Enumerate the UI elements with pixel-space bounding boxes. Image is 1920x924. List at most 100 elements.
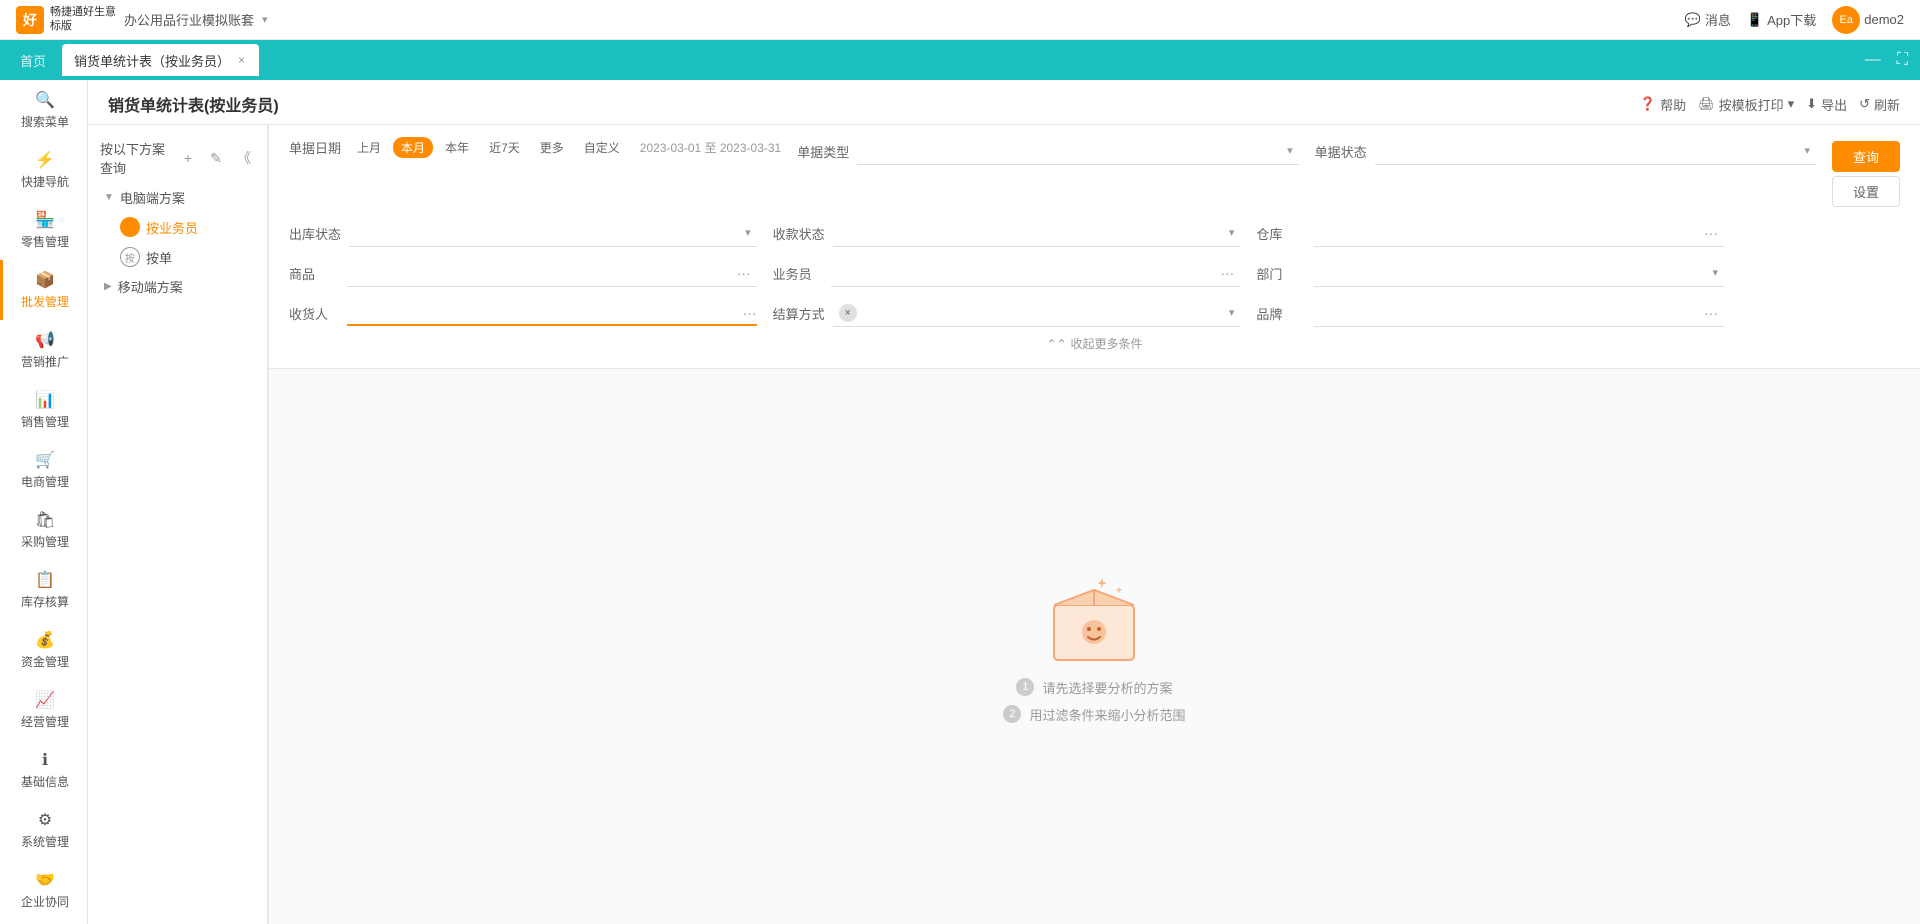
marketing-icon: 📢: [35, 330, 55, 350]
department-select[interactable]: ▾: [1314, 259, 1724, 287]
salesperson-select[interactable]: ···: [831, 259, 1241, 287]
message-icon: 💬: [1685, 12, 1701, 28]
tree-item-mobile[interactable]: ▶ 移动端方案: [88, 272, 267, 301]
top-bar-left: 好 畅捷通好生意 标版 办公用品行业模拟账套 ▾: [16, 6, 268, 34]
edit-scheme-button[interactable]: ✎: [205, 147, 227, 169]
search-icon: 🔍: [35, 90, 55, 110]
date-tab-last-month[interactable]: 上月: [349, 137, 389, 158]
brand-dots[interactable]: ···: [1704, 305, 1718, 321]
recipient-input[interactable]: [347, 301, 757, 326]
empty-step-2: 2 用过滤条件来缩小分析范围: [1003, 705, 1185, 724]
tree-child-by-order[interactable]: 按 按单: [88, 242, 267, 272]
sidebar-item-enterprise[interactable]: 🤝 企业协同: [0, 860, 87, 920]
salesperson-label: 业务员: [773, 264, 823, 283]
department-dropdown-icon: ▾: [1712, 266, 1718, 279]
tree-arrow-mobile: ▶: [104, 281, 112, 292]
avatar: Ea: [1832, 6, 1860, 34]
collapse-panel-button[interactable]: 《: [233, 147, 255, 169]
operations-icon: 📈: [35, 690, 55, 710]
top-bar-right: 💬 消息 📱 App下载 Ea demo2: [1685, 6, 1904, 34]
phone-icon: 📱: [1747, 12, 1763, 28]
enterprise-icon: 🤝: [35, 870, 55, 890]
date-tab-this-month[interactable]: 本月: [393, 137, 433, 158]
product-select[interactable]: ···: [347, 259, 757, 287]
sidebar-item-purchase[interactable]: 🛍 采购管理: [0, 500, 87, 560]
tree-child-by-salesperson[interactable]: 按 按业务员: [88, 212, 267, 242]
outbound-dropdown-icon: ▾: [745, 226, 751, 239]
sidebar-item-marketing[interactable]: 📢 营销推广: [0, 320, 87, 380]
warehouse-select[interactable]: ···: [1314, 219, 1724, 247]
query-button[interactable]: 查询: [1832, 141, 1900, 172]
step-num-1: 1: [1016, 678, 1034, 696]
tab-maximize-button[interactable]: ⛶: [1893, 47, 1912, 73]
tab-minimize-button[interactable]: —: [1861, 47, 1885, 73]
tab-close-icon[interactable]: ×: [236, 53, 247, 67]
template-print-button[interactable]: 🖨 按模板打印 ▾: [1698, 95, 1794, 114]
sidebar-item-inventory[interactable]: 📋 库存核算: [0, 560, 87, 620]
product-dots[interactable]: ···: [737, 265, 751, 281]
main-layout: 🔍 搜索菜单 ⚡ 快捷导航 🏪 零售管理 📦 批发管理 📢 营销推广 📊 销售管…: [0, 80, 1920, 924]
filter-row-4: 收货人 ··· 结算方式 × ▾: [289, 299, 1900, 327]
collapse-chevron-icon: ⌃⌃: [1046, 337, 1066, 351]
salesperson-filter: 业务员 ···: [773, 259, 1241, 287]
sidebar-item-retail[interactable]: 🏪 零售管理: [0, 200, 87, 260]
collapse-button[interactable]: ⌃⌃ 收起更多条件: [1046, 335, 1142, 352]
sidebar-item-finance[interactable]: 💰 资金管理: [0, 620, 87, 680]
recipient-dots[interactable]: ···: [743, 305, 757, 321]
settings-button[interactable]: 设置: [1832, 176, 1900, 207]
warehouse-dots[interactable]: ···: [1704, 225, 1718, 241]
sidebar-item-search[interactable]: 🔍 搜索菜单: [0, 80, 87, 140]
system-icon: ⚙: [38, 810, 52, 830]
basic-icon: ℹ: [42, 750, 48, 770]
department-label: 部门: [1256, 264, 1306, 283]
app-download-button[interactable]: 📱 App下载: [1747, 10, 1816, 29]
user-menu[interactable]: Ea demo2: [1832, 6, 1904, 34]
date-tab-7days[interactable]: 近7天: [481, 137, 528, 158]
help-icon: ❓: [1640, 96, 1656, 112]
date-tab-this-year[interactable]: 本年: [437, 137, 477, 158]
brand-select[interactable]: ···: [1314, 299, 1724, 327]
outbound-select[interactable]: ▾: [349, 219, 757, 247]
date-tabs: 上月 本月 本年 近7天 更多 自定义: [349, 137, 628, 158]
doc-status-select[interactable]: ▾: [1375, 137, 1816, 165]
tab-home[interactable]: 首页: [8, 44, 58, 76]
date-tab-more[interactable]: 更多: [532, 137, 572, 158]
sidebar-item-wholesale[interactable]: 📦 批发管理: [0, 260, 87, 320]
sidebar-item-operations[interactable]: 📈 经营管理: [0, 680, 87, 740]
inventory-icon: 📋: [35, 570, 55, 590]
collection-dropdown-icon: ▾: [1229, 226, 1235, 239]
doc-type-select[interactable]: ▾: [857, 137, 1298, 165]
ecommerce-icon: 🛒: [35, 450, 55, 470]
settlement-clear-icon[interactable]: ×: [839, 304, 857, 322]
sidebar-item-newuser[interactable]: 🎯 新手引导: [0, 920, 87, 924]
empty-step-1: 1 请先选择要分析的方案: [1016, 678, 1172, 697]
sidebar-item-ecommerce[interactable]: 🛒 电商管理: [0, 440, 87, 500]
title-dropdown-icon[interactable]: ▾: [262, 13, 268, 26]
sidebar-item-quick-nav[interactable]: ⚡ 快捷导航: [0, 140, 87, 200]
tree-item-desktop[interactable]: ▼ 电脑端方案: [88, 183, 267, 212]
page-title: 销货单统计表(按业务员): [108, 92, 279, 116]
sidebar-item-system[interactable]: ⚙ 系统管理: [0, 800, 87, 860]
refresh-button[interactable]: ↺ 刷新: [1859, 95, 1900, 114]
help-button[interactable]: ❓ 帮助: [1640, 95, 1686, 114]
brand-label: 品牌: [1256, 304, 1306, 323]
tab-actions: — ⛶: [1861, 47, 1912, 73]
doc-type-label: 单据类型: [797, 142, 849, 161]
sidebar-item-basic[interactable]: ℹ 基础信息: [0, 740, 87, 800]
collection-select[interactable]: ▾: [833, 219, 1241, 247]
message-button[interactable]: 💬 消息: [1685, 10, 1731, 29]
collapse-row: ⌃⌃ 收起更多条件: [289, 331, 1900, 356]
sidebar-item-sales[interactable]: 📊 销售管理: [0, 380, 87, 440]
tab-active[interactable]: 销货单统计表（按业务员） ×: [62, 44, 259, 76]
date-tab-custom[interactable]: 自定义: [576, 137, 628, 158]
settlement-select[interactable]: × ▾: [833, 299, 1241, 327]
export-icon: ⬇: [1806, 96, 1817, 112]
page-header: 销货单统计表(按业务员) ❓ 帮助 🖨 按模板打印 ▾ ⬇ 导出 ↺ 刷新: [88, 80, 1920, 125]
empty-content: 1 请先选择要分析的方案 2 用过滤条件来缩小分析范围: [1003, 570, 1185, 724]
export-button[interactable]: ⬇ 导出: [1806, 95, 1847, 114]
salesperson-dots[interactable]: ···: [1220, 265, 1234, 281]
step-num-2: 2: [1003, 705, 1021, 723]
outbound-filter: 出库状态 ▾: [289, 219, 757, 247]
top-bar: 好 畅捷通好生意 标版 办公用品行业模拟账套 ▾ 💬 消息 📱 App下载 Ea…: [0, 0, 1920, 40]
add-scheme-button[interactable]: +: [177, 147, 199, 169]
